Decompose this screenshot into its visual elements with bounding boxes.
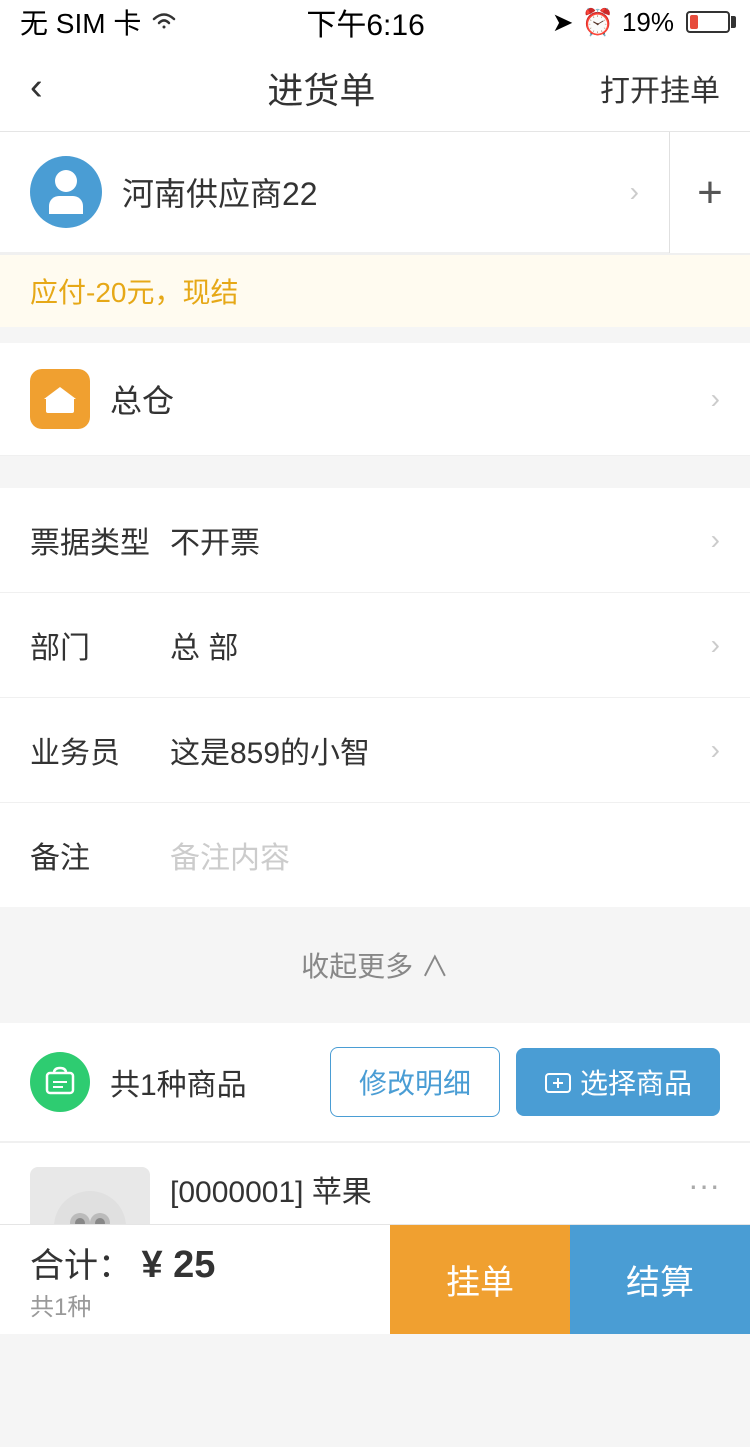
note-label: 备注 [30, 833, 160, 877]
battery-icon [686, 11, 730, 33]
total-section: 合计： ¥ 25 共1种 [0, 1225, 390, 1334]
product-name-text: 苹果 [312, 1176, 372, 1209]
avatar-person-icon [40, 166, 92, 218]
select-product-label: 选择商品 [580, 1062, 692, 1102]
hang-order-button[interactable]: 挂单 [390, 1225, 570, 1334]
collapse-button[interactable]: 收起更多 ∧ [0, 923, 750, 1007]
product-code: [0000001] [170, 1176, 303, 1209]
status-time: 下午6:16 [306, 0, 424, 44]
status-bar: 无 SIM 卡 下午6:16 ➤ ⏰ 19% [0, 0, 750, 44]
supplier-section: 河南供应商22 › + 应付-20元，现结 [0, 132, 750, 327]
location-icon: ➤ [552, 7, 574, 38]
status-right-section: ➤ ⏰ 19% [552, 7, 730, 38]
wifi-icon [149, 6, 179, 38]
status-carrier: 无 SIM 卡 [20, 2, 179, 42]
salesperson-chevron-icon: › [711, 734, 720, 766]
dept-chevron-icon: › [711, 629, 720, 661]
note-value: 备注内容 [160, 833, 720, 877]
products-section: 共1种商品 修改明细 选择商品 [0, 1023, 750, 1142]
product-count-text: 共1种商品 [110, 1060, 330, 1104]
product-name: [0000001] 苹果 [170, 1167, 688, 1211]
nav-bar: ‹ 进货单 打开挂单 [0, 44, 750, 132]
open-pending-button[interactable]: 打开挂单 [600, 66, 720, 110]
warehouse-chevron-icon: › [711, 383, 720, 415]
select-product-button[interactable]: 选择商品 [516, 1048, 720, 1116]
invoice-type-value: 不开票 [160, 518, 711, 562]
salesperson-label: 业务员 [30, 728, 160, 772]
supplier-main[interactable]: 河南供应商22 › [0, 132, 670, 253]
warehouse-row[interactable]: 总仓 › [0, 343, 750, 456]
bottom-bar: 合计： ¥ 25 共1种 挂单 结算 [0, 1224, 750, 1334]
invoice-type-row[interactable]: 票据类型 不开票 › [0, 488, 750, 593]
page-title: 进货单 [267, 62, 375, 114]
notice-text: 应付-20元，现结 [30, 277, 238, 308]
settle-button[interactable]: 结算 [570, 1225, 750, 1334]
total-count: 共1种 [30, 1287, 360, 1322]
note-row[interactable]: 备注 备注内容 [0, 803, 750, 907]
supplier-avatar [30, 156, 102, 228]
edit-detail-button[interactable]: 修改明细 [330, 1047, 500, 1117]
salesperson-value: 这是859的小智 [160, 728, 711, 772]
notice-bar: 应付-20元，现结 [0, 255, 750, 327]
warehouse-section: 总仓 › [0, 343, 750, 456]
battery-text: 19% [622, 7, 674, 38]
collapse-text: 收起更多 ∧ [301, 945, 449, 985]
dept-label: 部门 [30, 623, 160, 667]
dept-value: 总 部 [160, 623, 711, 667]
invoice-chevron-icon: › [711, 524, 720, 556]
supplier-chevron-icon: › [630, 176, 639, 208]
warehouse-icon [30, 369, 90, 429]
total-value: ¥ 25 [141, 1244, 215, 1286]
invoice-type-label: 票据类型 [30, 518, 160, 562]
back-button[interactable]: ‹ [30, 66, 43, 109]
products-header: 共1种商品 修改明细 选择商品 [0, 1023, 750, 1142]
supplier-row: 河南供应商22 › [0, 132, 669, 253]
carrier-text: 无 SIM 卡 [20, 2, 141, 42]
warehouse-name: 总仓 [110, 376, 711, 422]
product-count-icon [30, 1052, 90, 1112]
total-amount: 合计： ¥ 25 [30, 1238, 360, 1287]
supplier-add-button[interactable]: + [670, 132, 750, 253]
supplier-row-wrapper: 河南供应商22 › + [0, 132, 750, 255]
salesperson-row[interactable]: 业务员 这是859的小智 › [0, 698, 750, 803]
dept-row[interactable]: 部门 总 部 › [0, 593, 750, 698]
alarm-icon: ⏰ [582, 7, 614, 38]
form-section: 票据类型 不开票 › 部门 总 部 › 业务员 这是859的小智 › 备注 备注… [0, 488, 750, 907]
total-label: 合计： [30, 1247, 132, 1285]
supplier-name: 河南供应商22 [122, 169, 630, 215]
product-more-button[interactable]: ··· [688, 1167, 720, 1204]
